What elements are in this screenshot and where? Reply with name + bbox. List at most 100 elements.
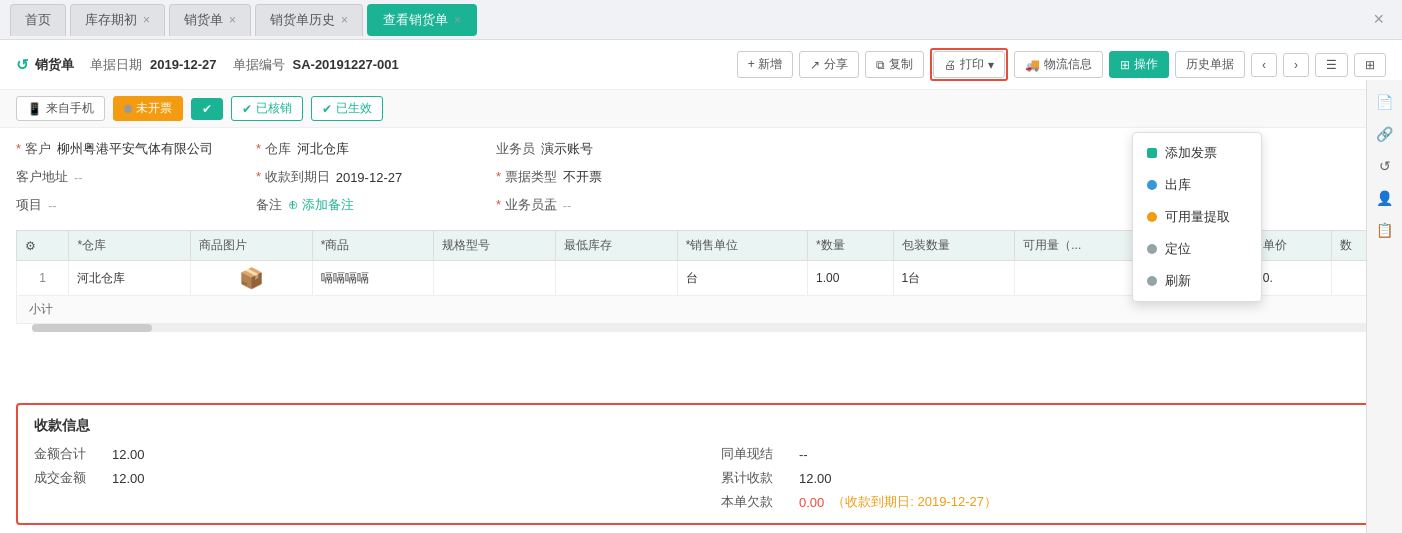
doc-header: ↺ 销货单 单据日期 2019-12-27 单据编号 SA-20191227-0… <box>0 40 1402 90</box>
view-grid-button[interactable]: ⊞ <box>1354 53 1386 77</box>
scroll-thumb[interactable] <box>32 324 152 332</box>
tab-bar: 首页 库存期初 × 销货单 × 销货单历史 × 查看销货单 × × <box>0 0 1402 40</box>
share-icon: ↗ <box>810 58 820 72</box>
row-pack-qty: 1台 <box>893 261 1015 296</box>
col-unit: *销售单位 <box>677 231 807 261</box>
locate-label: 定位 <box>1165 240 1191 258</box>
outbound-label: 出库 <box>1165 176 1191 194</box>
tab-sales-history[interactable]: 销货单历史 × <box>255 4 363 36</box>
print-highlight-box: 🖨 打印 ▾ <box>930 48 1008 81</box>
add-invoice-item[interactable]: 添加发票 <box>1133 137 1261 169</box>
sales-staff-label: 业务员盂 <box>496 196 557 214</box>
tab-view-sales-close[interactable]: × <box>454 13 461 27</box>
doc-number-value: SA-20191227-001 <box>293 57 399 72</box>
tab-sales-history-close[interactable]: × <box>341 13 348 27</box>
add-memo-label: 添加备注 <box>302 197 354 212</box>
print-button-label: 打印 <box>960 56 984 73</box>
effective-label: 已生效 <box>336 100 372 117</box>
available-extract-label: 可用量提取 <box>1165 208 1230 226</box>
col-min-stock: 最低库存 <box>556 231 678 261</box>
sidebar-link-icon[interactable]: 🔗 <box>1371 120 1399 148</box>
invoice-value: 不开票 <box>563 168 602 186</box>
add-memo-button[interactable]: ⊕ 添加备注 <box>288 196 354 214</box>
nav-next-button[interactable]: › <box>1283 53 1309 77</box>
cumulative-label: 累计收款 <box>721 469 791 487</box>
staff-label: 业务员 <box>496 140 535 158</box>
nav-prev-button[interactable]: ‹ <box>1251 53 1277 77</box>
outstanding-row: 本单欠款 0.00 （收款到期日: 2019-12-27） <box>721 493 1368 511</box>
tab-home[interactable]: 首页 <box>10 4 66 36</box>
view-list-button[interactable]: ☰ <box>1315 53 1348 77</box>
sales-staff-field: 业务员盂 -- <box>496 196 716 214</box>
horizontal-scrollbar[interactable] <box>32 324 1370 332</box>
not-open-label: 未开票 <box>136 100 172 117</box>
payment-date-value: 2019-12-27 <box>336 170 403 185</box>
total-row: 金额合计 12.00 <box>34 445 681 463</box>
new-button[interactable]: + 新增 <box>737 51 793 78</box>
warehouse-label: 仓库 <box>256 140 291 158</box>
refresh-label: 刷新 <box>1165 272 1191 290</box>
tab-inventory-init-label: 库存期初 <box>85 11 137 29</box>
refresh-item[interactable]: 刷新 <box>1133 265 1261 297</box>
sidebar-user-icon[interactable]: 👤 <box>1371 184 1399 212</box>
invoice-field: 票据类型 不开票 <box>496 168 716 186</box>
payment-section: 收款信息 金额合计 12.00 同单现结 -- 成交金额 12.00 累计收款 … <box>16 403 1386 525</box>
logistics-button-label: 物流信息 <box>1044 56 1092 73</box>
mobile-label: 来自手机 <box>46 100 94 117</box>
window-close-button[interactable]: × <box>1365 5 1392 34</box>
share-button-label: 分享 <box>824 56 848 73</box>
tab-view-sales[interactable]: 查看销货单 × <box>367 4 477 36</box>
tab-view-sales-label: 查看销货单 <box>383 11 448 29</box>
add-invoice-icon <box>1147 148 1157 158</box>
doc-actions: + 新增 ↗ 分享 ⧉ 复制 🖨 打印 ▾ 🚚 物流信息 <box>737 48 1386 81</box>
mobile-icon: 📱 <box>27 102 42 116</box>
transaction-value: 12.00 <box>112 471 145 486</box>
copy-button[interactable]: ⧉ 复制 <box>865 51 924 78</box>
staff-value: 演示账号 <box>541 140 593 158</box>
effective-button[interactable]: ✔ 已生效 <box>311 96 383 121</box>
tab-sales-order[interactable]: 销货单 × <box>169 4 251 36</box>
total-label: 金额合计 <box>34 445 104 463</box>
operate-button[interactable]: ⊞ 操作 <box>1109 51 1169 78</box>
not-open-button[interactable]: 未开票 <box>113 96 183 121</box>
history-button[interactable]: 历史单据 <box>1175 51 1245 78</box>
not-open-dot <box>124 105 132 113</box>
operate-icon: ⊞ <box>1120 58 1130 72</box>
copy-button-label: 复制 <box>889 56 913 73</box>
sidebar-notes-icon[interactable]: 📋 <box>1371 216 1399 244</box>
logistics-button[interactable]: 🚚 物流信息 <box>1014 51 1103 78</box>
col-gear: ⚙ <box>17 231 69 261</box>
tab-home-label: 首页 <box>25 11 51 29</box>
view-grid-icon: ⊞ <box>1365 58 1375 72</box>
customer-value: 柳州粤港平安气体有限公司 <box>57 140 213 158</box>
check-button[interactable]: ✔ <box>191 98 223 120</box>
available-extract-item[interactable]: 可用量提取 <box>1133 201 1261 233</box>
row-product: 嗝嗝嗝嗝 <box>312 261 434 296</box>
tab-inventory-init[interactable]: 库存期初 × <box>70 4 165 36</box>
product-image-icon: 📦 <box>239 267 264 289</box>
row-warehouse: 河北仓库 <box>69 261 191 296</box>
print-icon: 🖨 <box>944 58 956 72</box>
history-button-label: 历史单据 <box>1186 56 1234 73</box>
tab-inventory-init-close[interactable]: × <box>143 13 150 27</box>
check-circle2-icon: ✔ <box>322 102 332 116</box>
sidebar-doc-icon[interactable]: 📄 <box>1371 88 1399 116</box>
doc-number-label: 单据编号 <box>233 56 285 74</box>
col-image: 商品图片 <box>191 231 313 261</box>
col-qty: *数量 <box>808 231 893 261</box>
tab-sales-order-close[interactable]: × <box>229 13 236 27</box>
outbound-item[interactable]: 出库 <box>1133 169 1261 201</box>
written-off-button[interactable]: ✔ 已核销 <box>231 96 303 121</box>
payment-date-label: 收款到期日 <box>256 168 330 186</box>
invoice-label: 票据类型 <box>496 168 557 186</box>
share-button[interactable]: ↗ 分享 <box>799 51 859 78</box>
mobile-source-button[interactable]: 📱 来自手机 <box>16 96 105 121</box>
locate-item[interactable]: 定位 <box>1133 233 1261 265</box>
operate-dropdown: 添加发票 出库 可用量提取 定位 刷新 <box>1132 132 1262 302</box>
same-order-label: 同单现结 <box>721 445 791 463</box>
customer-field: 客户 柳州粤港平安气体有限公司 <box>16 140 236 158</box>
sidebar-return-icon[interactable]: ↺ <box>1371 152 1399 180</box>
right-sidebar: 📄 🔗 ↺ 👤 📋 ⤢ <box>1366 80 1402 533</box>
payment-date-field: 收款到期日 2019-12-27 <box>256 168 476 186</box>
print-button[interactable]: 🖨 打印 ▾ <box>933 51 1005 78</box>
